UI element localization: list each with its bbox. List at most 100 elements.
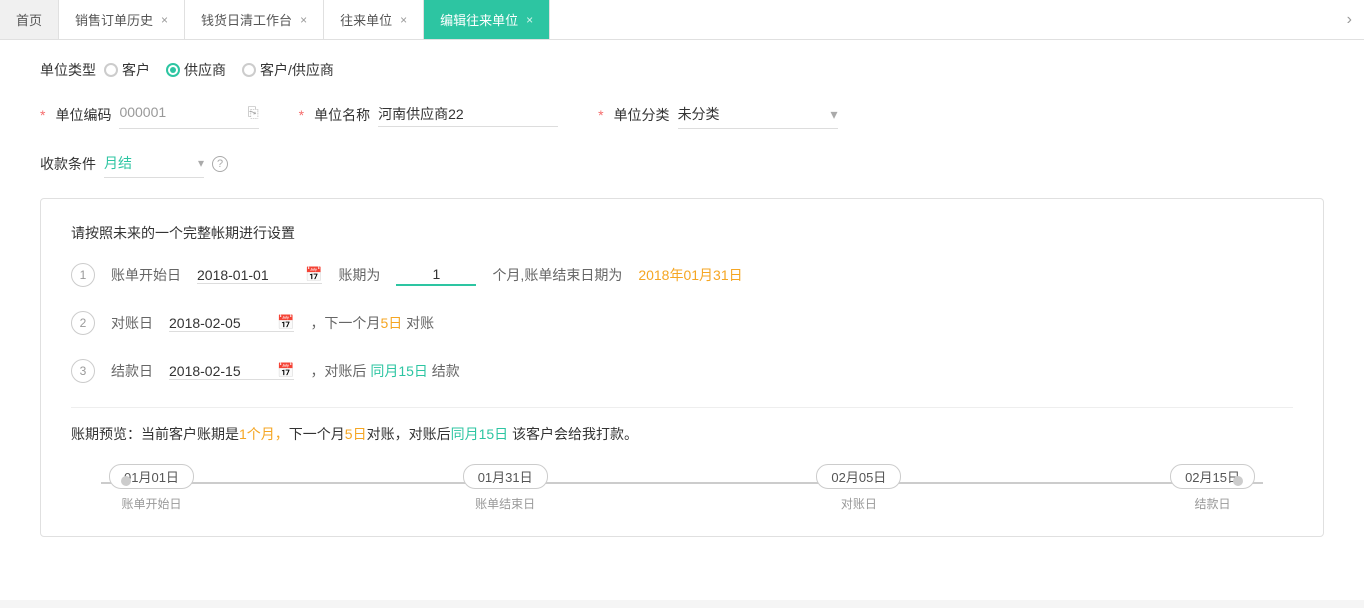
unit-code-input[interactable]: [119, 100, 239, 124]
tab-edit-partner-label: 编辑往来单位: [440, 10, 518, 29]
step-3-date-wrap: 📅: [169, 362, 294, 380]
radio-customer-circle: [104, 63, 118, 77]
unit-category-label: 单位分类: [614, 105, 670, 125]
preview-payment-post: 该客户会给我打款。: [512, 426, 638, 442]
tab-edit-partner[interactable]: 编辑往来单位 ×: [424, 0, 550, 39]
timeline-left-dot: [121, 476, 131, 486]
unit-type-radio-group: 客户 供应商 客户/供应商: [104, 60, 334, 80]
step-1-desc-post: 个月,账单结束日期为: [492, 265, 622, 285]
step-3-date-input[interactable]: [169, 363, 269, 379]
unit-name-star: *: [299, 107, 304, 123]
timeline-container: 01月01日 账单开始日 01月31日 账单结束日 02月05日 对账日: [71, 464, 1293, 512]
unit-type-field: 单位类型 客户 供应商 客户/供应商: [40, 60, 334, 80]
preview-reconcile-post: 对账，对账后: [367, 426, 451, 442]
radio-customer-label: 客户: [122, 60, 150, 80]
unit-cat-star: *: [598, 107, 603, 123]
step-1-date-input[interactable]: [197, 267, 297, 283]
tab-sales-history-close[interactable]: ×: [161, 13, 168, 27]
timeline-end-dot: [1233, 476, 1243, 486]
step-1-num: 1: [71, 263, 95, 287]
radio-supplier[interactable]: 供应商: [166, 60, 226, 80]
step-1-calendar-icon[interactable]: 📅: [305, 266, 322, 283]
radio-supplier-circle: [166, 63, 180, 77]
preview-section: 账期预览：当前客户账期是1个月，下一个月5日对账，对账后同月15日 该客户会给我…: [71, 407, 1293, 512]
step-3-calendar-icon[interactable]: 📅: [277, 362, 294, 379]
step-1-label: 账单开始日: [111, 265, 181, 285]
main-content: 单位类型 客户 供应商 客户/供应商: [0, 40, 1364, 600]
step-1-desc-pre: 账期为: [338, 265, 380, 285]
unit-name-input[interactable]: [378, 102, 558, 127]
radio-supplier-label: 供应商: [184, 60, 226, 80]
timeline-badge-2: 01月31日: [463, 464, 548, 489]
tab-bar: 首页 销售订单历史 × 钱货日清工作台 × 往来单位 × 编辑往来单位 × ›: [0, 0, 1364, 40]
timeline-point-3: 02月05日 对账日: [816, 464, 901, 512]
preview-payment-highlight: 同月15日: [451, 426, 509, 442]
unit-type-label: 单位类型: [40, 60, 96, 80]
step-3-label: 结款日: [111, 361, 153, 381]
step-2-date-wrap: 📅: [169, 314, 294, 332]
radio-both-circle: [242, 63, 256, 77]
preview-reconcile-highlight: 5日: [345, 426, 367, 442]
unit-category-arrow-icon: ▾: [831, 106, 838, 123]
timeline-label-2: 账单结束日: [475, 495, 535, 512]
unit-code-copy-icon[interactable]: ⎘: [247, 104, 258, 121]
payment-terms-value: 月结: [104, 153, 194, 173]
step-2-date-input[interactable]: [169, 315, 269, 331]
timeline-start-dot: [121, 476, 131, 486]
unit-name-label: 单位名称: [314, 105, 370, 125]
tab-expand-button[interactable]: ›: [1335, 11, 1364, 29]
tab-partner-unit-close[interactable]: ×: [400, 13, 407, 27]
payment-terms-row: 收款条件 月结 ▾ ?: [40, 149, 1324, 178]
unit-type-row: 单位类型 客户 供应商 客户/供应商: [40, 60, 1324, 80]
timeline-badges-row: 01月01日 账单开始日 01月31日 账单结束日 02月05日 对账日: [101, 464, 1263, 512]
step-3-num: 3: [71, 359, 95, 383]
timeline-badge-3: 02月05日: [816, 464, 901, 489]
payment-terms-field: 收款条件 月结 ▾ ?: [40, 149, 228, 178]
tab-edit-partner-close[interactable]: ×: [526, 13, 533, 27]
step-2-row: 2 对账日 📅 ，下一个月5日 对账: [71, 311, 1293, 335]
radio-both[interactable]: 客户/供应商: [242, 60, 334, 80]
timeline-point-4: 02月15日 结款日: [1170, 464, 1255, 512]
unit-category-dropdown[interactable]: 未分类 ▾: [678, 100, 838, 129]
tab-cash-work-label: 钱货日清工作台: [201, 10, 292, 29]
unit-name-field: * 单位名称: [299, 102, 558, 127]
unit-category-field: * 单位分类 未分类 ▾: [598, 100, 837, 129]
tab-cash-work[interactable]: 钱货日清工作台 ×: [185, 0, 324, 39]
payment-terms-help-icon[interactable]: ?: [212, 156, 228, 172]
step-1-date-wrap: 📅: [197, 266, 322, 284]
timeline-point-2: 01月31日 账单结束日: [463, 464, 548, 512]
preview-label: 账期预览：当前客户账期是: [71, 426, 239, 442]
preview-text: 账期预览：当前客户账期是1个月，下一个月5日对账，对账后同月15日 该客户会给我…: [71, 424, 1293, 444]
payment-terms-arrow-icon: ▾: [198, 156, 204, 170]
step-1-row: 1 账单开始日 📅 账期为 个月,账单结束日期为 2018年01月31日: [71, 263, 1293, 287]
radio-both-label: 客户/供应商: [260, 60, 334, 80]
tab-partner-unit[interactable]: 往来单位 ×: [324, 0, 424, 39]
tab-home-label: 首页: [16, 10, 42, 29]
tab-cash-work-close[interactable]: ×: [300, 13, 307, 27]
tab-sales-history-label: 销售订单历史: [75, 10, 153, 29]
unit-code-input-wrap: ⎘: [119, 100, 258, 129]
payment-terms-select[interactable]: 月结 ▾: [104, 149, 204, 178]
step-1-period-input[interactable]: [396, 264, 476, 286]
unit-code-label: 单位编码: [55, 105, 111, 125]
preview-period: 1个月，: [239, 426, 289, 442]
timeline-label-1: 账单开始日: [121, 495, 181, 512]
step-2-label: 对账日: [111, 313, 153, 333]
timeline-right-dot: [1233, 476, 1243, 486]
unit-category-value: 未分类: [678, 104, 823, 124]
timeline-label-4: 结款日: [1195, 495, 1231, 512]
step-3-row: 3 结款日 📅 ，对账后 同月15日 结款: [71, 359, 1293, 383]
settings-section: 请按照未来的一个完整帐期进行设置 1 账单开始日 📅 账期为 个月,账单结束日期…: [40, 198, 1324, 537]
unit-code-star: *: [40, 107, 45, 123]
unit-info-row: * 单位编码 ⎘ * 单位名称 * 单位分类 未分类 ▾: [40, 100, 1324, 129]
timeline-label-3: 对账日: [841, 495, 877, 512]
radio-supplier-dot: [170, 67, 176, 73]
tab-sales-history[interactable]: 销售订单历史 ×: [59, 0, 185, 39]
tab-partner-unit-label: 往来单位: [340, 10, 392, 29]
radio-customer[interactable]: 客户: [104, 60, 150, 80]
step-2-calendar-icon[interactable]: 📅: [277, 314, 294, 331]
preview-reconcile-pre: 下一个月: [289, 426, 345, 442]
tab-home[interactable]: 首页: [0, 0, 59, 39]
section-instruction: 请按照未来的一个完整帐期进行设置: [71, 223, 1293, 243]
step-2-num: 2: [71, 311, 95, 335]
